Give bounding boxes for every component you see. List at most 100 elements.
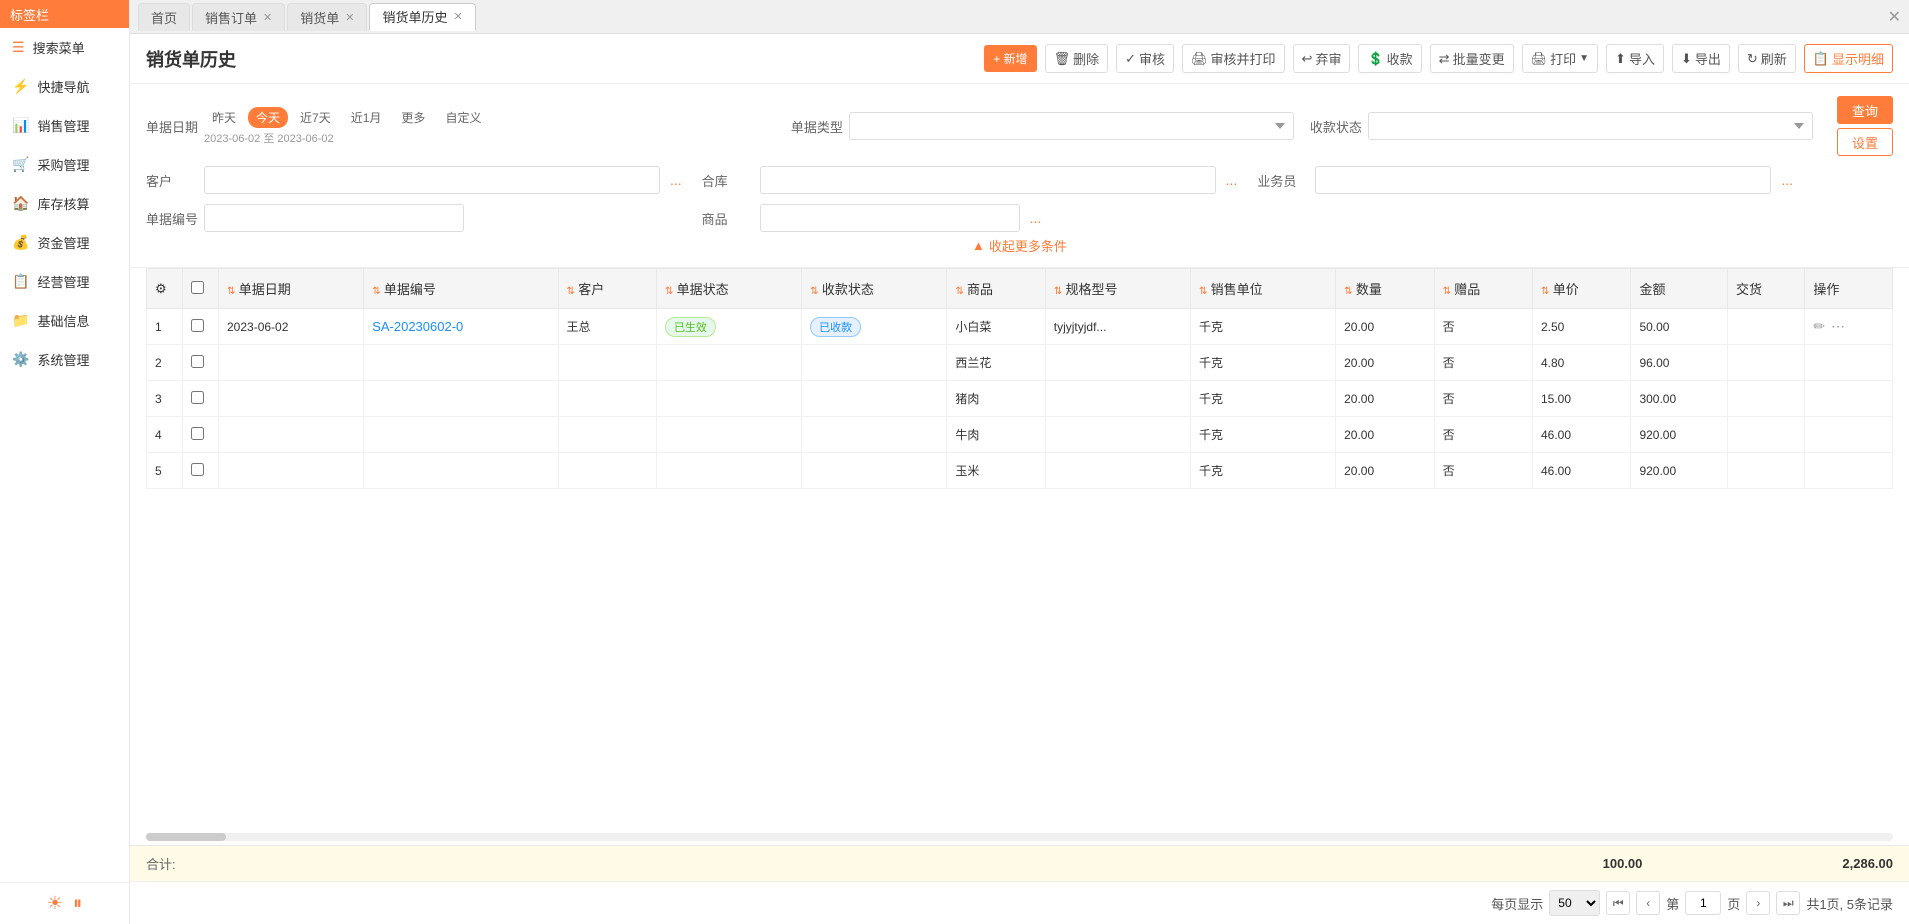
- sidebar-item-finance[interactable]: 💰 资金管理: [0, 223, 129, 262]
- page-number-input[interactable]: [1685, 891, 1721, 915]
- customer-input[interactable]: [204, 166, 660, 194]
- new-button[interactable]: + 新增: [984, 45, 1036, 72]
- collect-icon: 💲: [1367, 51, 1383, 67]
- row-select-4[interactable]: [191, 427, 204, 440]
- sidebar-item-sales-mgmt[interactable]: 📊 销售管理: [0, 106, 129, 145]
- tab-sales-order[interactable]: 销售订单 ✕: [192, 3, 285, 31]
- date-pill-today[interactable]: 今天: [248, 107, 288, 128]
- sidebar-item-purchase-mgmt[interactable]: 🛒 采购管理: [0, 145, 129, 184]
- col-sales-unit[interactable]: ⇅ 销售单位: [1190, 269, 1335, 309]
- row-checkbox-2[interactable]: [183, 345, 219, 381]
- sidebar-item-inventory[interactable]: 🏠 库存核算: [0, 184, 129, 223]
- col-checkbox[interactable]: [183, 269, 219, 309]
- more-icon-1[interactable]: ⋯: [1831, 318, 1845, 335]
- salesperson-input[interactable]: [1315, 166, 1771, 194]
- sidebar-settings-icon[interactable]: ☀: [47, 893, 63, 914]
- scroll-thumb[interactable]: [146, 833, 226, 841]
- row-checkbox-1[interactable]: [183, 309, 219, 345]
- sidebar-item-quick-nav[interactable]: ⚡ 快捷导航: [0, 67, 129, 106]
- audit-print-button[interactable]: 🖨 审核并打印: [1182, 44, 1285, 73]
- audit-button[interactable]: ✓ 审核: [1116, 44, 1174, 73]
- settings-button[interactable]: 设置: [1837, 128, 1893, 156]
- date-pill-7days[interactable]: 近7天: [292, 107, 339, 128]
- goods-input[interactable]: [760, 204, 1020, 232]
- row-select-5[interactable]: [191, 463, 204, 476]
- row-checkbox-5[interactable]: [183, 453, 219, 489]
- col-customer[interactable]: ⇅ 客户: [558, 269, 656, 309]
- row-select-3[interactable]: [191, 391, 204, 404]
- sales-mgmt-icon: 📊: [12, 117, 29, 134]
- batch-change-button[interactable]: ⇄ 批量变更: [1430, 44, 1514, 73]
- row-amount-4: 920.00: [1631, 417, 1728, 453]
- show-details-button[interactable]: 📋 显示明细: [1804, 44, 1893, 73]
- refresh-button[interactable]: ↻ 刷新: [1738, 44, 1796, 73]
- delete-button[interactable]: 🗑 删除: [1045, 44, 1109, 73]
- doc-no-label: 单据编号: [146, 209, 198, 228]
- export-button[interactable]: ⬇ 导出: [1672, 44, 1730, 73]
- tab-home[interactable]: 首页: [138, 3, 190, 31]
- horizontal-scrollbar[interactable]: [146, 833, 1893, 841]
- col-doc-date[interactable]: ⇅ 单据日期: [219, 269, 364, 309]
- per-page-select[interactable]: 50 20 100: [1549, 890, 1600, 916]
- tab-sales-history[interactable]: 销货单历史 ✕: [369, 3, 475, 31]
- row-actions-5: [1805, 453, 1893, 489]
- warehouse-ellipsis[interactable]: ...: [1222, 172, 1242, 188]
- col-doc-status[interactable]: ⇅ 单据状态: [656, 269, 801, 309]
- doc-no-input[interactable]: [204, 204, 464, 232]
- row-no-1[interactable]: SA-20230602-0: [364, 309, 558, 345]
- sidebar-item-basic-info[interactable]: 📁 基础信息: [0, 301, 129, 340]
- row-select-1[interactable]: [191, 319, 204, 332]
- tab-sales-history-close[interactable]: ✕: [454, 10, 463, 23]
- filter-row-1: 单据日期 昨天 今天 近7天 近1月 更多 自定义 2023-06-02 至 2…: [146, 96, 1893, 156]
- first-page-button[interactable]: ⏮: [1606, 891, 1630, 915]
- select-all-checkbox[interactable]: [191, 281, 204, 294]
- sidebar-collapse-icon[interactable]: ⏸: [73, 893, 82, 914]
- collapse-filter-button[interactable]: ▲ 收起更多条件: [146, 236, 1893, 255]
- print-button[interactable]: 🖨 打印 ▼: [1522, 44, 1598, 73]
- sidebar-item-system-mgmt[interactable]: ⚙️ 系统管理: [0, 340, 129, 379]
- col-qty[interactable]: ⇅ 数量: [1336, 269, 1434, 309]
- sidebar-item-label-search: 搜索菜单: [33, 38, 85, 57]
- print-dropdown-icon: ▼: [1579, 53, 1589, 64]
- date-pill-1month[interactable]: 近1月: [343, 107, 390, 128]
- row-spec-2: [1045, 345, 1190, 381]
- col-unit-price[interactable]: ⇅ 单价: [1533, 269, 1631, 309]
- row-checkbox-3[interactable]: [183, 381, 219, 417]
- tab-sales-order-close[interactable]: ✕: [263, 11, 272, 24]
- collect-button[interactable]: 💲 收款: [1358, 44, 1421, 73]
- col-gear[interactable]: ⚙: [147, 269, 183, 309]
- col-doc-no[interactable]: ⇅ 单据编号: [364, 269, 558, 309]
- date-pill-more[interactable]: 更多: [393, 107, 433, 128]
- edit-icon-1[interactable]: ✏: [1813, 318, 1825, 335]
- doc-type-select[interactable]: [849, 112, 1294, 140]
- col-collect-status[interactable]: ⇅ 收款状态: [802, 269, 947, 309]
- tab-sales-goods[interactable]: 销货单 ✕: [287, 3, 367, 31]
- sidebar-item-operations[interactable]: 📋 经营管理: [0, 262, 129, 301]
- doc-no-link-1[interactable]: SA-20230602-0: [372, 319, 463, 334]
- salesperson-ellipsis[interactable]: ...: [1777, 172, 1797, 188]
- date-pill-custom[interactable]: 自定义: [437, 107, 489, 128]
- prev-page-button[interactable]: ‹: [1636, 891, 1660, 915]
- close-all-tabs-button[interactable]: ✕: [1888, 7, 1901, 27]
- filter-row-3: 单据编号 商品 ...: [146, 204, 1893, 232]
- purchase-mgmt-icon: 🛒: [12, 156, 29, 173]
- import-button[interactable]: ⬆ 导入: [1606, 44, 1664, 73]
- sidebar-item-search-menu[interactable]: ☰ 搜索菜单: [0, 28, 129, 67]
- goods-ellipsis[interactable]: ...: [1026, 210, 1046, 226]
- col-goods[interactable]: ⇅ 商品: [947, 269, 1045, 309]
- abandon-button[interactable]: ↩ 弃审: [1293, 44, 1351, 73]
- last-page-button[interactable]: ⏭: [1776, 891, 1800, 915]
- next-page-button[interactable]: ›: [1746, 891, 1770, 915]
- warehouse-input[interactable]: [760, 166, 1216, 194]
- query-button[interactable]: 查询: [1837, 96, 1893, 124]
- col-gift[interactable]: ⇅ 赠品: [1434, 269, 1532, 309]
- row-goods-2: 西兰花: [947, 345, 1045, 381]
- row-no-2: [364, 345, 558, 381]
- tab-sales-goods-close[interactable]: ✕: [345, 11, 354, 24]
- col-spec-type[interactable]: ⇅ 规格型号: [1045, 269, 1190, 309]
- collect-status-select[interactable]: [1368, 112, 1813, 140]
- row-select-2[interactable]: [191, 355, 204, 368]
- customer-ellipsis[interactable]: ...: [666, 172, 686, 188]
- row-checkbox-4[interactable]: [183, 417, 219, 453]
- date-pill-yesterday[interactable]: 昨天: [204, 107, 244, 128]
